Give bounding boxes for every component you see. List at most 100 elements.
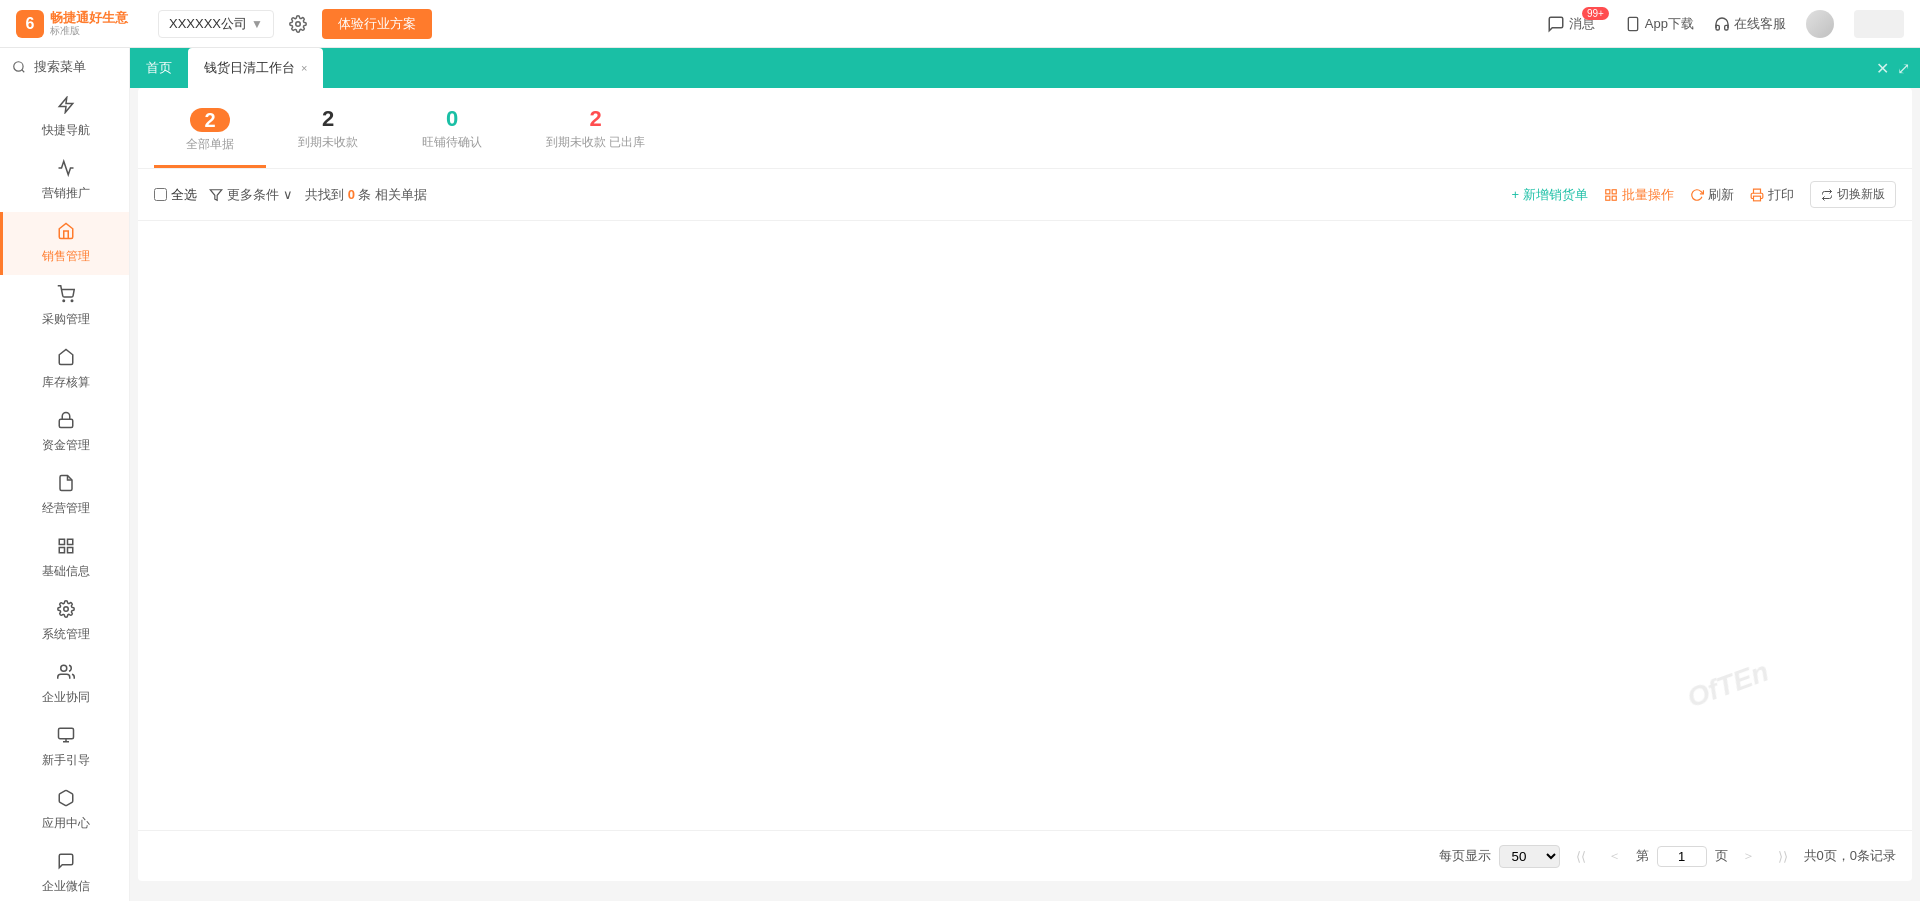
finance-icon bbox=[57, 411, 75, 434]
sidebar-item-basic-info[interactable]: 基础信息 bbox=[0, 527, 129, 590]
page-number-input[interactable] bbox=[1657, 846, 1707, 867]
online-service-button[interactable]: 在线客服 bbox=[1714, 15, 1786, 33]
select-all-checkbox[interactable]: 全选 bbox=[154, 186, 197, 204]
add-icon: + bbox=[1511, 187, 1519, 202]
system-icon bbox=[57, 600, 75, 623]
sidebar-item-label: 营销推广 bbox=[42, 185, 90, 202]
user-avatar[interactable] bbox=[1806, 10, 1834, 38]
sidebar-item-label: 应用中心 bbox=[42, 815, 90, 832]
tabbar-close-button[interactable]: ✕ bbox=[1876, 59, 1889, 78]
sidebar-item-finance[interactable]: 资金管理 bbox=[0, 401, 129, 464]
operations-icon bbox=[57, 474, 75, 497]
app-download-label: App下载 bbox=[1645, 15, 1694, 33]
svg-marker-18 bbox=[210, 189, 222, 200]
first-page-button[interactable]: ⟨⟨ bbox=[1568, 843, 1594, 869]
svg-point-7 bbox=[71, 300, 73, 302]
tab-close-icon[interactable]: × bbox=[301, 62, 307, 74]
tabbar-actions: ✕ ⤢ bbox=[1876, 59, 1920, 78]
batch-operation-button[interactable]: 批量操作 bbox=[1604, 186, 1674, 204]
select-all-label: 全选 bbox=[171, 186, 197, 204]
quick-nav-icon bbox=[57, 96, 75, 119]
sidebar-item-sales[interactable]: 销售管理 bbox=[0, 212, 129, 275]
stats-tabs: 2 全部单据 2 到期未收款 0 旺铺待确认 2 到期未收款 已出库 bbox=[138, 88, 1912, 169]
logo-subtitle: 标准版 bbox=[50, 25, 128, 37]
app-header: 6 畅捷通好生意 标准版 XXXXXX公司 ▼ 体验行业方案 消息 99+ bbox=[0, 0, 1920, 48]
stat-tab-pending[interactable]: 0 旺铺待确认 bbox=[390, 100, 514, 168]
next-page-button[interactable]: ＞ bbox=[1736, 843, 1762, 869]
sidebar-item-label: 经营管理 bbox=[42, 500, 90, 517]
print-label: 打印 bbox=[1768, 186, 1794, 204]
toolbar: 全选 更多条件 ∨ 共找到 0 条 相关单据 + 新增销货单 bbox=[138, 169, 1912, 221]
main-content: 2 全部单据 2 到期未收款 0 旺铺待确认 2 到期未收款 已出库 全选 bbox=[130, 88, 1920, 901]
svg-rect-11 bbox=[68, 548, 73, 553]
sidebar-item-guide[interactable]: 新手引导 bbox=[0, 716, 129, 779]
pagination: 每页显示 50 20 100 ⟨⟨ ＜ 第 页 ＞ ⟩⟩ 共0页，0条记录 bbox=[138, 830, 1912, 881]
user-name-area[interactable] bbox=[1854, 10, 1904, 38]
per-page-select[interactable]: 50 20 100 bbox=[1499, 845, 1560, 868]
select-all-input[interactable] bbox=[154, 188, 167, 201]
sidebar-item-label: 企业协同 bbox=[42, 689, 90, 706]
svg-point-0 bbox=[296, 21, 301, 26]
logo-area: 6 畅捷通好生意 标准版 bbox=[16, 10, 128, 38]
company-name: XXXXXX公司 bbox=[169, 15, 247, 33]
stat-label-all: 全部单据 bbox=[186, 136, 234, 153]
found-count: 0 bbox=[348, 187, 355, 202]
sidebar-item-system[interactable]: 系统管理 bbox=[0, 590, 129, 653]
svg-rect-15 bbox=[59, 728, 74, 739]
sidebar-item-operations[interactable]: 经营管理 bbox=[0, 464, 129, 527]
svg-point-14 bbox=[61, 665, 67, 671]
message-button[interactable]: 消息 99+ bbox=[1547, 15, 1595, 33]
sidebar-item-app-center[interactable]: 应用中心 bbox=[0, 779, 129, 842]
toolbar-right: + 新增销货单 批量操作 刷新 bbox=[1511, 181, 1896, 208]
sidebar-item-marketing[interactable]: 营销推广 bbox=[0, 149, 129, 212]
stat-tab-overdue-shipped[interactable]: 2 到期未收款 已出库 bbox=[514, 100, 677, 168]
svg-rect-19 bbox=[1606, 189, 1610, 193]
batch-label: 批量操作 bbox=[1622, 186, 1674, 204]
svg-line-4 bbox=[22, 70, 25, 73]
settings-button[interactable] bbox=[284, 10, 312, 38]
logo-text: 畅捷通好生意 标准版 bbox=[50, 10, 128, 38]
svg-rect-20 bbox=[1612, 189, 1616, 193]
add-btn-label: 新增销货单 bbox=[1523, 186, 1588, 204]
logo-title: 畅捷通好生意 bbox=[50, 10, 128, 26]
chevron-down-icon: ▼ bbox=[251, 17, 263, 31]
tabbar-maximize-button[interactable]: ⤢ bbox=[1897, 59, 1910, 78]
search-menu-item[interactable]: 搜索菜单 bbox=[0, 48, 129, 86]
stat-tab-all[interactable]: 2 全部单据 bbox=[154, 100, 266, 168]
table-area bbox=[138, 221, 1912, 830]
add-sales-order-button[interactable]: + 新增销货单 bbox=[1511, 186, 1588, 204]
svg-rect-8 bbox=[59, 419, 73, 427]
sidebar-item-quick-nav[interactable]: 快捷导航 bbox=[0, 86, 129, 149]
tab-home[interactable]: 首页 bbox=[130, 48, 188, 88]
found-text: 共找到 0 条 相关单据 bbox=[305, 186, 427, 204]
sidebar-item-label: 资金管理 bbox=[42, 437, 90, 454]
print-button[interactable]: 打印 bbox=[1750, 186, 1794, 204]
tab-active[interactable]: 钱货日清工作台 × bbox=[188, 48, 323, 88]
stat-number-all: 2 bbox=[190, 108, 229, 132]
svg-rect-1 bbox=[1628, 17, 1637, 30]
stat-tab-overdue[interactable]: 2 到期未收款 bbox=[266, 100, 390, 168]
sidebar-item-cooperation[interactable]: 企业协同 bbox=[0, 653, 129, 716]
svg-point-13 bbox=[64, 607, 69, 612]
search-menu-label: 搜索菜单 bbox=[34, 58, 86, 76]
refresh-button[interactable]: 刷新 bbox=[1690, 186, 1734, 204]
sidebar-item-wechat[interactable]: 企业微信 bbox=[0, 842, 129, 901]
sidebar-item-purchase[interactable]: 采购管理 bbox=[0, 275, 129, 338]
stat-number-overdue-shipped: 2 bbox=[590, 108, 602, 130]
company-selector[interactable]: XXXXXX公司 ▼ bbox=[158, 10, 274, 38]
cooperation-icon bbox=[57, 663, 75, 686]
app-download-button[interactable]: App下载 bbox=[1625, 15, 1694, 33]
switch-version-button[interactable]: 切换新版 bbox=[1810, 181, 1896, 208]
trial-button[interactable]: 体验行业方案 bbox=[322, 9, 432, 39]
filter-button[interactable]: 更多条件 ∨ bbox=[209, 186, 293, 204]
tab-active-label: 钱货日清工作台 bbox=[204, 59, 295, 77]
svg-rect-21 bbox=[1612, 196, 1616, 200]
sidebar-item-label: 采购管理 bbox=[42, 311, 90, 328]
refresh-label: 刷新 bbox=[1708, 186, 1734, 204]
sidebar-item-label: 新手引导 bbox=[42, 752, 90, 769]
logo-icon: 6 bbox=[16, 10, 44, 38]
last-page-button[interactable]: ⟩⟩ bbox=[1770, 843, 1796, 869]
sidebar-item-inventory[interactable]: 库存核算 bbox=[0, 338, 129, 401]
prev-page-button[interactable]: ＜ bbox=[1602, 843, 1628, 869]
page-suffix-label: 页 bbox=[1715, 847, 1728, 865]
